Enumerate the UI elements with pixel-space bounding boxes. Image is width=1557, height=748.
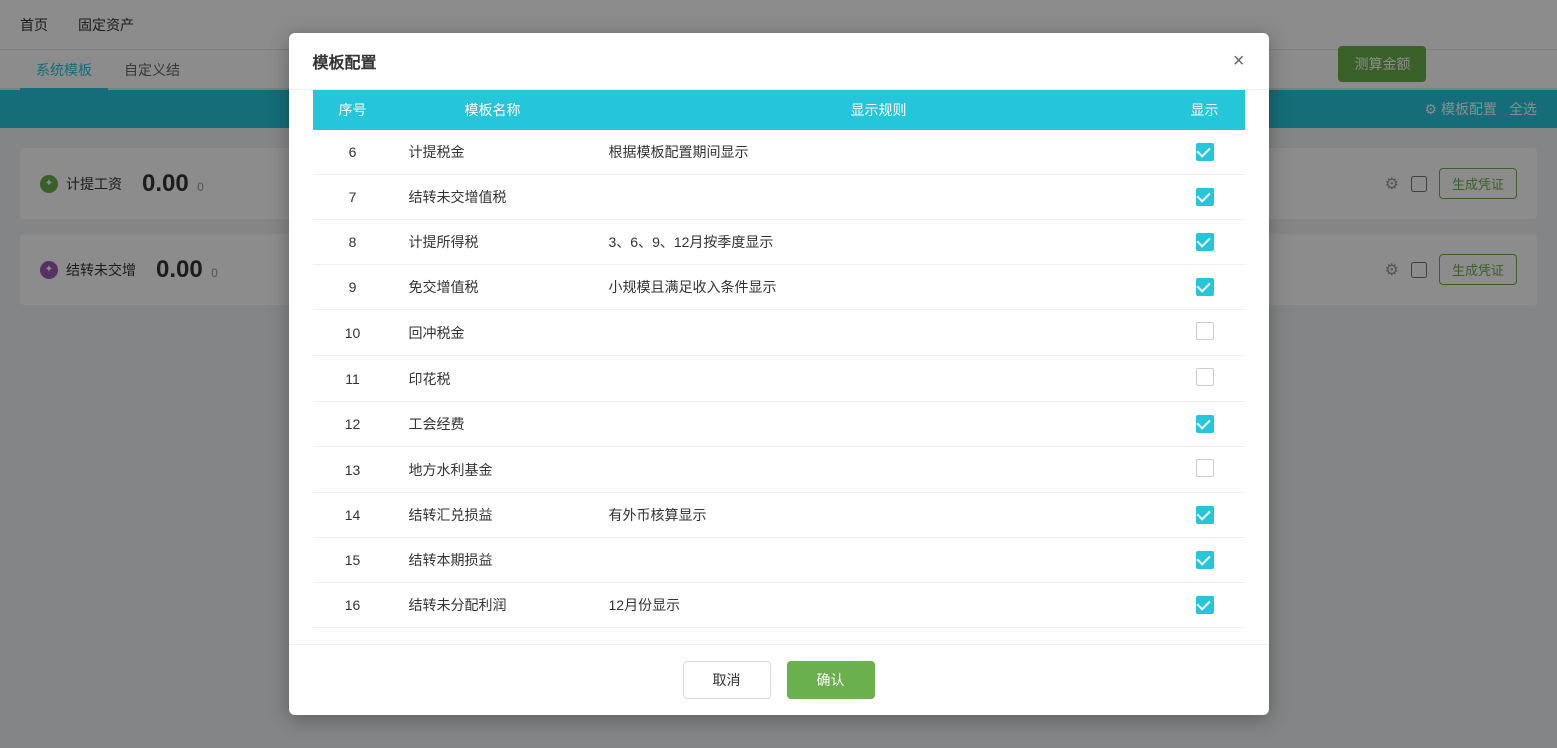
row-rule: 有外币核算显示 [593, 493, 1165, 538]
row-id: 12 [313, 402, 393, 447]
row-id: 15 [313, 538, 393, 583]
col-header-rule: 显示规则 [593, 90, 1165, 130]
row-checkbox-16[interactable] [1196, 596, 1214, 614]
table-row: 11印花税 [313, 356, 1245, 402]
row-checkbox-cell [1165, 402, 1245, 447]
row-checkbox-cell [1165, 447, 1245, 493]
row-rule: 12月份显示 [593, 583, 1165, 628]
row-name: 结转未交增值税 [393, 175, 593, 220]
row-checkbox-cell [1165, 220, 1245, 265]
table-row: 16结转未分配利润12月份显示 [313, 583, 1245, 628]
config-table: 序号 模板名称 显示规则 显示 6计提税金根据模板配置期间显示7结转未交增值税8… [313, 90, 1245, 628]
row-name: 结转汇兑损益 [393, 493, 593, 538]
table-row: 14结转汇兑损益有外币核算显示 [313, 493, 1245, 538]
modal-footer: 取消 确认 [289, 644, 1269, 715]
row-rule: 小规模且满足收入条件显示 [593, 265, 1165, 310]
row-name: 结转本期损益 [393, 538, 593, 583]
row-name: 工会经费 [393, 402, 593, 447]
row-name: 回冲税金 [393, 310, 593, 356]
table-row: 13地方水利基金 [313, 447, 1245, 493]
row-id: 8 [313, 220, 393, 265]
row-name: 地方水利基金 [393, 447, 593, 493]
row-checkbox-15[interactable] [1196, 551, 1214, 569]
row-checkbox-7[interactable] [1196, 188, 1214, 206]
row-checkbox-13[interactable] [1196, 459, 1214, 477]
table-row: 6计提税金根据模板配置期间显示 [313, 130, 1245, 175]
table-header-row: 序号 模板名称 显示规则 显示 [313, 90, 1245, 130]
modal-body[interactable]: 序号 模板名称 显示规则 显示 6计提税金根据模板配置期间显示7结转未交增值税8… [289, 90, 1269, 644]
row-name: 计提税金 [393, 130, 593, 175]
row-checkbox-11[interactable] [1196, 368, 1214, 386]
row-checkbox-cell [1165, 310, 1245, 356]
row-rule [593, 175, 1165, 220]
row-checkbox-12[interactable] [1196, 415, 1214, 433]
row-checkbox-cell [1165, 175, 1245, 220]
row-rule: 3、6、9、12月按季度显示 [593, 220, 1165, 265]
row-checkbox-6[interactable] [1196, 143, 1214, 161]
row-id: 11 [313, 356, 393, 402]
row-checkbox-cell [1165, 583, 1245, 628]
row-checkbox-cell [1165, 356, 1245, 402]
confirm-button[interactable]: 确认 [787, 661, 875, 699]
row-rule: 根据模板配置期间显示 [593, 130, 1165, 175]
row-rule [593, 356, 1165, 402]
row-id: 7 [313, 175, 393, 220]
row-name: 免交增值税 [393, 265, 593, 310]
table-row: 12工会经费 [313, 402, 1245, 447]
table-row: 7结转未交增值税 [313, 175, 1245, 220]
modal-close-button[interactable]: × [1233, 51, 1245, 71]
table-row: 15结转本期损益 [313, 538, 1245, 583]
table-row: 8计提所得税3、6、9、12月按季度显示 [313, 220, 1245, 265]
row-checkbox-8[interactable] [1196, 233, 1214, 251]
row-rule [593, 310, 1165, 356]
row-id: 10 [313, 310, 393, 356]
row-checkbox-10[interactable] [1196, 322, 1214, 340]
row-rule [593, 447, 1165, 493]
row-name: 计提所得税 [393, 220, 593, 265]
col-header-display: 显示 [1165, 90, 1245, 130]
row-id: 14 [313, 493, 393, 538]
row-id: 13 [313, 447, 393, 493]
row-rule [593, 402, 1165, 447]
row-checkbox-14[interactable] [1196, 506, 1214, 524]
row-checkbox-cell [1165, 265, 1245, 310]
row-name: 结转未分配利润 [393, 583, 593, 628]
modal-header: 模板配置 × [289, 33, 1269, 90]
row-id: 16 [313, 583, 393, 628]
table-row: 10回冲税金 [313, 310, 1245, 356]
col-header-id: 序号 [313, 90, 393, 130]
modal-title: 模板配置 [313, 49, 377, 73]
col-header-name: 模板名称 [393, 90, 593, 130]
row-checkbox-9[interactable] [1196, 278, 1214, 296]
row-name: 印花税 [393, 356, 593, 402]
row-rule [593, 538, 1165, 583]
row-id: 6 [313, 130, 393, 175]
row-id: 9 [313, 265, 393, 310]
row-checkbox-cell [1165, 130, 1245, 175]
template-config-modal: 模板配置 × 序号 模板名称 显示规则 显示 6计提税金根据模板配置期间显示7结… [289, 33, 1269, 715]
table-row: 9免交增值税小规模且满足收入条件显示 [313, 265, 1245, 310]
row-checkbox-cell [1165, 493, 1245, 538]
row-checkbox-cell [1165, 538, 1245, 583]
modal-overlay: 模板配置 × 序号 模板名称 显示规则 显示 6计提税金根据模板配置期间显示7结… [0, 0, 1557, 748]
cancel-button[interactable]: 取消 [683, 661, 771, 699]
